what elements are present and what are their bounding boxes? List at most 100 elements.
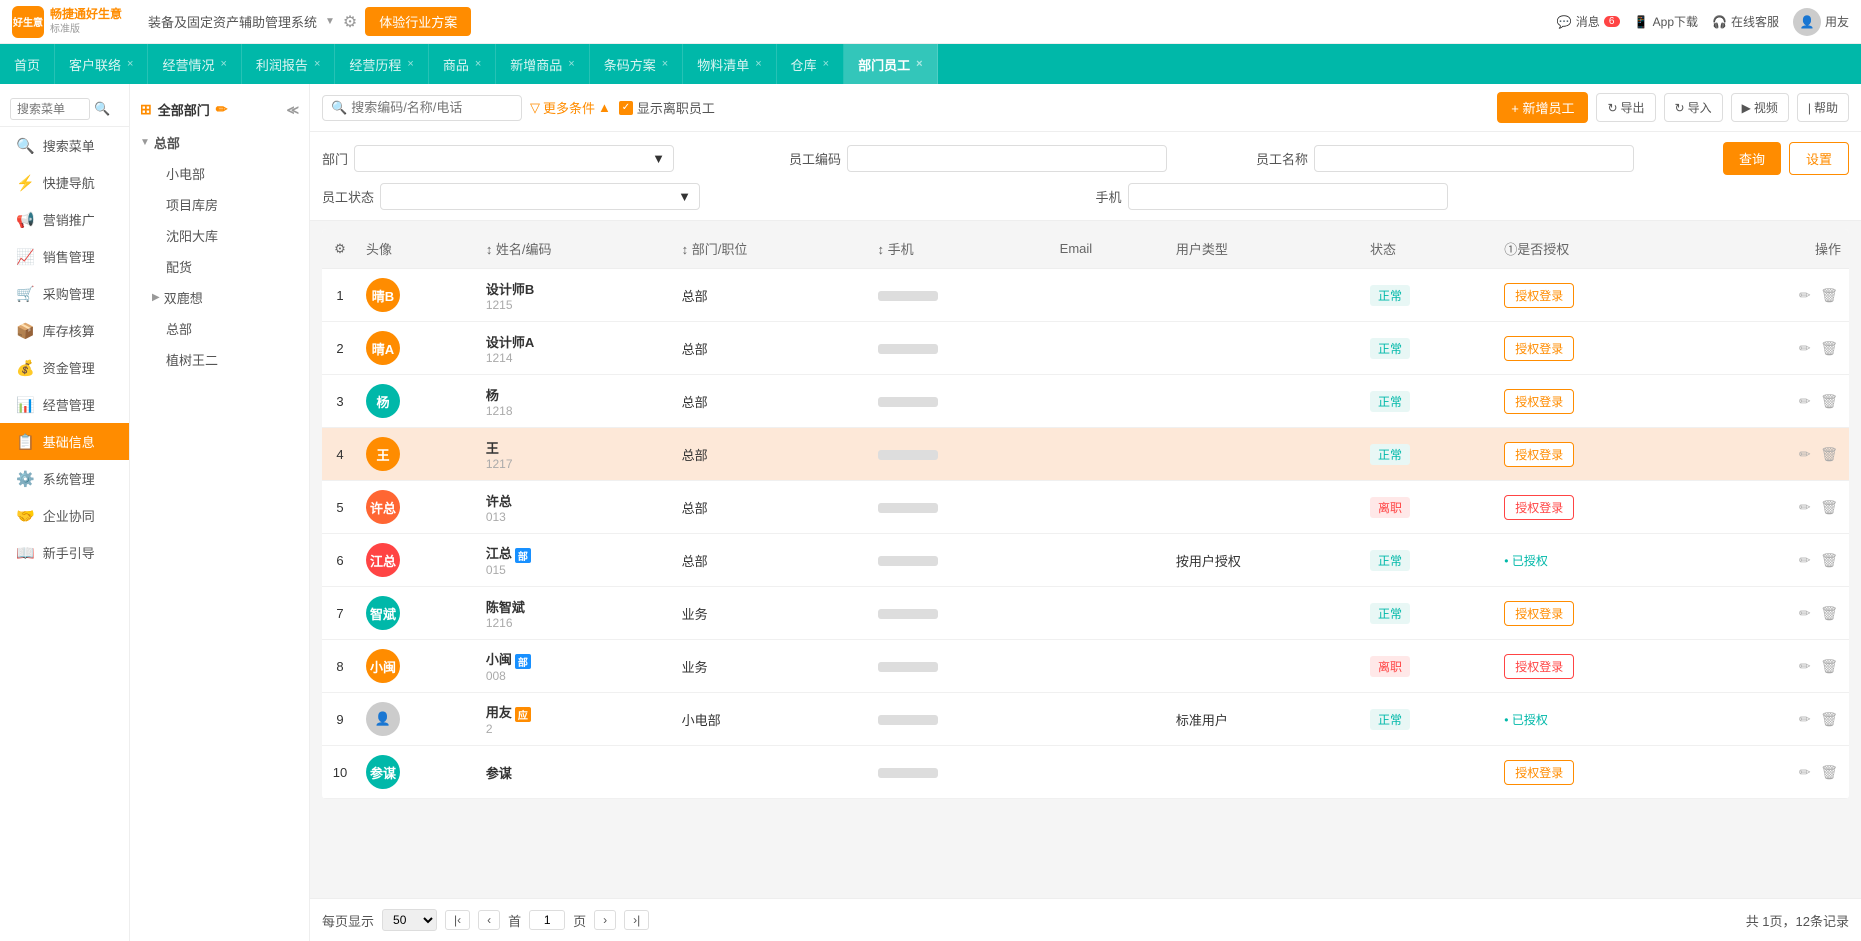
nav-tab-客户联络[interactable]: 客户联络×: [55, 44, 148, 84]
filter-empcode-input[interactable]: [847, 145, 1167, 172]
settings-icon[interactable]: ⚙: [343, 12, 357, 32]
message-action[interactable]: 💬 消息 6: [1557, 13, 1620, 30]
delete-button[interactable]: 🗑: [1817, 552, 1841, 569]
prev-page-btn[interactable]: ‹: [478, 910, 500, 930]
dept-tree-item-项目库房[interactable]: 项目库房: [130, 189, 309, 220]
nav-tab-新增商品[interactable]: 新增商品×: [496, 44, 589, 84]
auth-button[interactable]: 授权登录: [1504, 389, 1574, 414]
delete-button[interactable]: 🗑: [1817, 499, 1841, 516]
add-employee-button[interactable]: + 新增员工: [1497, 92, 1588, 123]
auth-button[interactable]: 授权登录: [1504, 760, 1574, 785]
first-page-btn[interactable]: |‹: [445, 910, 470, 930]
delete-button[interactable]: 🗑: [1817, 287, 1841, 304]
user-action[interactable]: 👤 用友: [1793, 8, 1849, 36]
nav-tab-经营情况[interactable]: 经营情况×: [148, 44, 241, 84]
delete-button[interactable]: 🗑: [1817, 711, 1841, 728]
system-title-dropdown[interactable]: ▼: [325, 16, 335, 27]
filter-empname-input[interactable]: [1314, 145, 1634, 172]
edit-button[interactable]: ✏: [1796, 287, 1814, 304]
close-tab-icon[interactable]: ×: [127, 58, 133, 70]
delete-button[interactable]: 🗑: [1817, 393, 1841, 410]
sidebar-search-input[interactable]: [10, 98, 90, 120]
delete-button[interactable]: 🗑: [1817, 605, 1841, 622]
sidebar-item-企业协同[interactable]: 🤝企业协同: [0, 497, 129, 534]
close-tab-icon[interactable]: ×: [662, 58, 668, 70]
delete-button[interactable]: 🗑: [1817, 764, 1841, 781]
show-resigned-toggle[interactable]: ✓ 显示离职员工: [619, 98, 715, 117]
nav-tab-部门员工[interactable]: 部门员工×: [844, 44, 937, 84]
app-download-action[interactable]: 📱 App下载: [1634, 13, 1698, 30]
sidebar-item-搜索菜单[interactable]: 🔍搜索菜单: [0, 127, 129, 164]
dept-tree-item-总部[interactable]: 总部: [130, 313, 309, 344]
close-tab-icon[interactable]: ×: [220, 58, 226, 70]
edit-button[interactable]: ✏: [1796, 393, 1814, 410]
help-button[interactable]: | 帮助: [1797, 93, 1849, 122]
next-page-btn[interactable]: ›: [594, 910, 616, 930]
auth-button[interactable]: 授权登录: [1504, 283, 1574, 308]
close-tab-icon[interactable]: ×: [755, 58, 761, 70]
auth-button[interactable]: 授权登录: [1504, 654, 1574, 679]
delete-button[interactable]: 🗑: [1817, 340, 1841, 357]
close-tab-icon[interactable]: ×: [407, 58, 413, 70]
nav-tab-仓库[interactable]: 仓库×: [777, 44, 844, 84]
dept-collapse-icon[interactable]: ≪: [286, 103, 299, 117]
dept-tree-item-双鹿想[interactable]: ▶双鹿想: [130, 282, 309, 313]
search-input[interactable]: [351, 100, 491, 115]
filter-dept-select[interactable]: ▼: [354, 145, 674, 172]
edit-button[interactable]: ✏: [1796, 499, 1814, 516]
dept-tree-item-小电部[interactable]: 小电部: [130, 158, 309, 189]
last-page-btn[interactable]: ›|: [624, 910, 649, 930]
nav-tab-利润报告[interactable]: 利润报告×: [242, 44, 335, 84]
setting-button[interactable]: 设置: [1789, 142, 1849, 175]
close-tab-icon[interactable]: ×: [475, 58, 481, 70]
delete-button[interactable]: 🗑: [1817, 446, 1841, 463]
nav-tab-经营历程[interactable]: 经营历程×: [335, 44, 428, 84]
edit-button[interactable]: ✏: [1796, 552, 1814, 569]
edit-button[interactable]: ✏: [1796, 658, 1814, 675]
dept-tree-item-植树王二[interactable]: 植树王二: [130, 344, 309, 375]
edit-button[interactable]: ✏: [1796, 605, 1814, 622]
sidebar-item-库存核算[interactable]: 📦库存核算: [0, 312, 129, 349]
export-button[interactable]: ↻ 导出: [1596, 93, 1655, 122]
sidebar-item-新手引导[interactable]: 📖新手引导: [0, 534, 129, 571]
edit-button[interactable]: ✏: [1796, 446, 1814, 463]
edit-button[interactable]: ✏: [1796, 340, 1814, 357]
sidebar-item-营销推广[interactable]: 📢营销推广: [0, 201, 129, 238]
close-tab-icon[interactable]: ×: [568, 58, 574, 70]
nav-tab-商品[interactable]: 商品×: [429, 44, 496, 84]
nav-tab-物料清单[interactable]: 物料清单×: [683, 44, 776, 84]
sidebar-item-系统管理[interactable]: ⚙️系统管理: [0, 460, 129, 497]
nav-tab-条码方案[interactable]: 条码方案×: [590, 44, 683, 84]
filter-phone-input[interactable]: [1128, 183, 1448, 210]
dept-tree-item-配货[interactable]: 配货: [130, 251, 309, 282]
more-filter-btn[interactable]: ▽ 更多条件 ▲: [530, 98, 611, 117]
edit-button[interactable]: ✏: [1796, 764, 1814, 781]
dept-tree-item-总部[interactable]: ▼总部: [130, 127, 309, 158]
sidebar-item-经营管理[interactable]: 📊经营管理: [0, 386, 129, 423]
dept-edit-icon[interactable]: ✏: [216, 101, 228, 118]
sidebar-item-基础信息[interactable]: 📋基础信息: [0, 423, 129, 460]
online-service-action[interactable]: 🎧 在线客服: [1712, 13, 1779, 30]
close-tab-icon[interactable]: ×: [314, 58, 320, 70]
auth-button[interactable]: 授权登录: [1504, 495, 1574, 520]
col-settings[interactable]: ⚙: [322, 229, 358, 269]
close-tab-icon[interactable]: ×: [916, 58, 922, 70]
sidebar-item-采购管理[interactable]: 🛒采购管理: [0, 275, 129, 312]
edit-button[interactable]: ✏: [1796, 711, 1814, 728]
per-page-select[interactable]: 50 20 100: [382, 909, 437, 931]
sidebar-item-快捷导航[interactable]: ⚡快捷导航: [0, 164, 129, 201]
view-button[interactable]: ▶ 视频: [1731, 93, 1789, 122]
close-tab-icon[interactable]: ×: [823, 58, 829, 70]
trial-button[interactable]: 体验行业方案: [365, 7, 471, 36]
page-number-input[interactable]: [529, 910, 565, 930]
import-button[interactable]: ↻ 导入: [1664, 93, 1723, 122]
filter-status-select[interactable]: ▼: [380, 183, 700, 210]
auth-button[interactable]: 授权登录: [1504, 442, 1574, 467]
auth-button[interactable]: 授权登录: [1504, 336, 1574, 361]
sidebar-item-资金管理[interactable]: 💰资金管理: [0, 349, 129, 386]
dept-tree-item-沈阳大库[interactable]: 沈阳大库: [130, 220, 309, 251]
query-button[interactable]: 查询: [1723, 142, 1781, 175]
show-resigned-checkbox[interactable]: ✓: [619, 101, 633, 115]
nav-tab-首页[interactable]: 首页: [0, 44, 55, 84]
auth-button[interactable]: 授权登录: [1504, 601, 1574, 626]
